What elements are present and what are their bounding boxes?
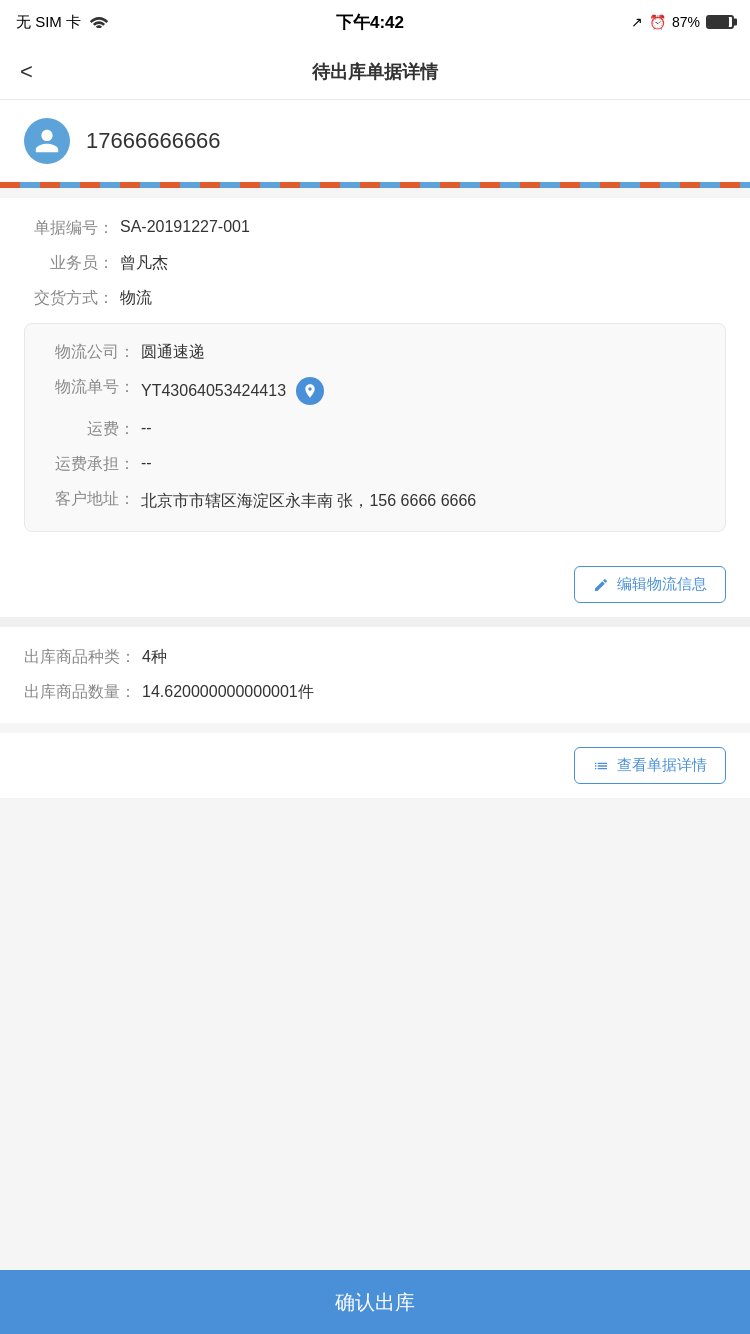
battery-icon [706,15,734,29]
goods-quantity-row: 出库商品数量： 14.620000000000001件 [24,682,726,703]
delivery-method-row: 交货方式： 物流 [24,288,726,309]
edit-logistics-area: 编辑物流信息 [0,552,750,617]
freight-bear-label: 运费承担： [45,454,135,475]
customer-header: 17666666666 [0,100,750,182]
battery-label: 87% [672,14,700,30]
view-details-area: 查看单据详情 [0,733,750,798]
back-button[interactable]: < [20,59,33,85]
order-no-label: 单据编号： [24,218,114,239]
order-no-value: SA-20191227-001 [120,218,726,236]
nav-bar: < 待出库单据详情 [0,44,750,100]
goods-types-row: 出库商品种类： 4种 [24,647,726,668]
customer-phone: 17666666666 [86,128,221,154]
location-icon: ↗ [631,14,643,30]
wifi-icon [89,14,109,31]
goods-section: 出库商品种类： 4种 出库商品数量： 14.620000000000001件 [0,627,750,723]
order-info-section: 单据编号： SA-20191227-001 业务员： 曾凡杰 交货方式： 物流 … [0,198,750,552]
edit-icon [593,577,609,593]
logistics-company-row: 物流公司： 圆通速递 [45,342,705,363]
avatar [24,118,70,164]
goods-types-value: 4种 [142,647,726,668]
section-divider [0,617,750,627]
alarm-icon: ⏰ [649,14,666,30]
goods-quantity-value: 14.620000000000001件 [142,682,726,703]
status-bar: 无 SIM 卡 下午4:42 ↗ ⏰ 87% [0,0,750,44]
tracking-location-button[interactable] [296,377,324,405]
salesman-value: 曾凡杰 [120,253,726,274]
logistics-company-value: 圆通速递 [141,342,705,363]
confirm-btn-label: 确认出库 [335,1289,415,1316]
freight-value: -- [141,419,705,437]
delivery-method-value: 物流 [120,288,726,309]
dashed-separator [0,182,750,188]
logistics-tracking-row: 物流单号： YT43064053424413 [45,377,705,405]
list-icon [593,758,609,774]
view-details-label: 查看单据详情 [617,756,707,775]
logistics-tracking-value: YT43064053424413 [141,377,705,405]
carrier-label: 无 SIM 卡 [16,13,81,32]
address-label: 客户地址： [45,489,135,510]
freight-row: 运费： -- [45,419,705,440]
view-details-button[interactable]: 查看单据详情 [574,747,726,784]
edit-logistics-label: 编辑物流信息 [617,575,707,594]
freight-bear-value: -- [141,454,705,472]
logistics-card: 物流公司： 圆通速递 物流单号： YT43064053424413 运费： --… [24,323,726,532]
status-right: ↗ ⏰ 87% [631,14,734,30]
address-value: 北京市市辖区海淀区永丰南 张，156 6666 6666 [141,489,705,513]
confirm-outbound-button[interactable]: 确认出库 [0,1270,750,1334]
status-left: 无 SIM 卡 [16,13,109,32]
goods-types-label: 出库商品种类： [24,647,136,668]
order-no-row: 单据编号： SA-20191227-001 [24,218,726,239]
page-title: 待出库单据详情 [312,60,438,84]
time-label: 下午4:42 [336,11,404,34]
bottom-area [0,798,750,998]
freight-bear-row: 运费承担： -- [45,454,705,475]
salesman-row: 业务员： 曾凡杰 [24,253,726,274]
delivery-method-label: 交货方式： [24,288,114,309]
freight-label: 运费： [45,419,135,440]
goods-quantity-label: 出库商品数量： [24,682,136,703]
logistics-company-label: 物流公司： [45,342,135,363]
address-row: 客户地址： 北京市市辖区海淀区永丰南 张，156 6666 6666 [45,489,705,513]
edit-logistics-button[interactable]: 编辑物流信息 [574,566,726,603]
salesman-label: 业务员： [24,253,114,274]
logistics-tracking-label: 物流单号： [45,377,135,398]
